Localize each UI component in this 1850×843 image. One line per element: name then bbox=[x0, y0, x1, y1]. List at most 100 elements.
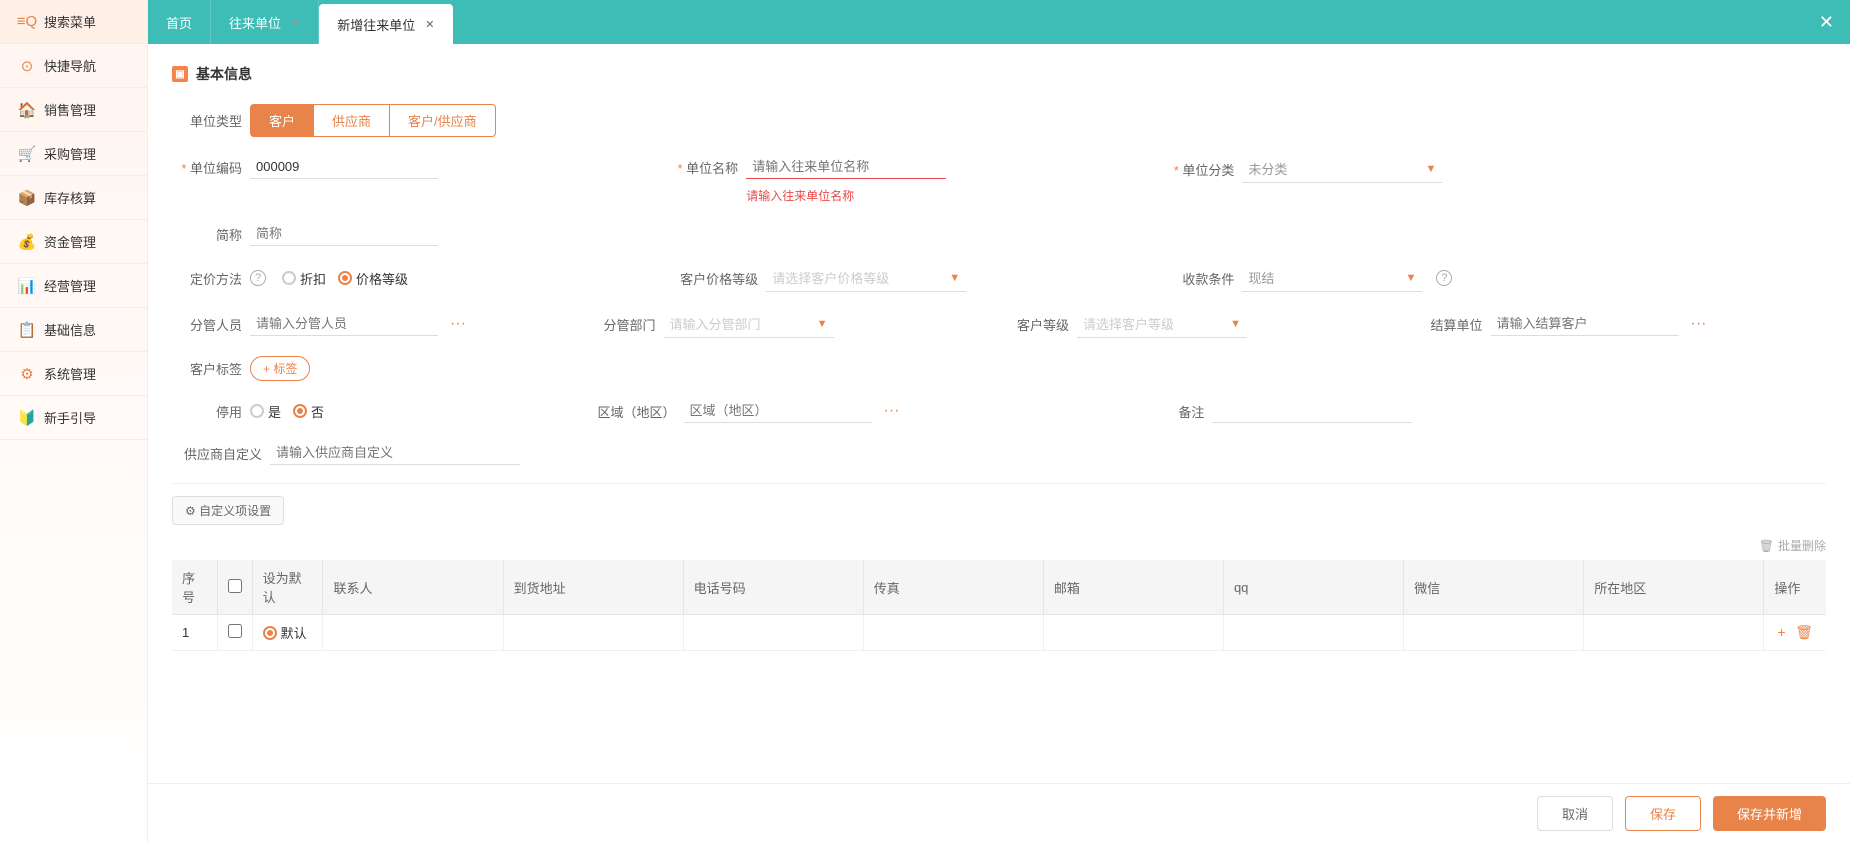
unit-code-input[interactable] bbox=[250, 155, 438, 179]
sidebar-item-quick-nav[interactable]: ⊙ 快捷导航 bbox=[0, 44, 147, 88]
sidebar-label-guide: 新手引导 bbox=[44, 408, 96, 427]
sidebar-item-system[interactable]: ⚙ 系统管理 bbox=[0, 352, 147, 396]
pricing-help-icon[interactable]: ? bbox=[250, 270, 266, 286]
tags-label: 客户标签 bbox=[172, 359, 242, 378]
save-button[interactable]: 保存 bbox=[1625, 796, 1701, 831]
section-header: ▣ 基本信息 bbox=[172, 64, 1826, 84]
unit-name-input[interactable] bbox=[746, 155, 946, 179]
sidebar-item-guide[interactable]: 🔰 新手引导 bbox=[0, 396, 147, 440]
unit-type-field: 单位类型 客户 供应商 客户/供应商 bbox=[172, 104, 1826, 137]
supplier-custom-input[interactable] bbox=[270, 441, 520, 465]
customer-price-level-label: 客户价格等级 bbox=[668, 269, 758, 288]
department-placeholder: 请输入分管部门 bbox=[670, 314, 761, 333]
sidebar-item-sales[interactable]: 🏠 销售管理 bbox=[0, 88, 147, 132]
sidebar-item-inventory[interactable]: 📦 库存核算 bbox=[0, 176, 147, 220]
payment-terms-value: 现结 bbox=[1248, 268, 1274, 287]
remarks-input[interactable] bbox=[1212, 399, 1412, 423]
region-input[interactable] bbox=[684, 399, 872, 423]
radio-price-level[interactable]: 价格等级 bbox=[338, 269, 408, 288]
col-qq: qq bbox=[1223, 560, 1403, 615]
unit-category-label: 单位分类 bbox=[1164, 160, 1234, 179]
region-field: 区域（地区） ··· bbox=[586, 399, 1165, 423]
unit-name-field: 单位名称 请输入往来单位名称 bbox=[668, 155, 1164, 204]
settlement-unit-input[interactable] bbox=[1491, 312, 1679, 336]
batch-delete-area: 🗑 批量删除 bbox=[172, 537, 1826, 554]
short-name-input[interactable] bbox=[250, 222, 438, 246]
trash-icon: 🗑 bbox=[1759, 539, 1774, 553]
sales-icon: 🏠 bbox=[18, 101, 36, 119]
unit-code-field: 单位编码 bbox=[172, 155, 668, 179]
sidebar-label-quick-nav: 快捷导航 bbox=[44, 56, 96, 75]
row-email-input[interactable] bbox=[1054, 625, 1213, 640]
sidebar-label-basic-info: 基础信息 bbox=[44, 320, 96, 339]
disabled-label: 停用 bbox=[172, 402, 242, 421]
row-area-input[interactable] bbox=[1594, 625, 1753, 640]
manager-input[interactable] bbox=[250, 312, 438, 336]
add-tag-button[interactable]: + 标签 bbox=[250, 356, 310, 381]
unit-btn-both[interactable]: 客户/供应商 bbox=[389, 104, 496, 137]
row-default-radio[interactable]: 默认 bbox=[263, 623, 313, 642]
tab-home[interactable]: 首页 bbox=[148, 0, 211, 44]
row-checkbox bbox=[217, 615, 252, 651]
row-contact bbox=[323, 615, 503, 651]
inventory-icon: 📦 bbox=[18, 189, 36, 207]
row-address-input[interactable] bbox=[514, 625, 673, 640]
row-wechat-input[interactable] bbox=[1414, 625, 1573, 640]
select-all-checkbox[interactable] bbox=[228, 579, 242, 593]
department-select[interactable]: 请输入分管部门 ▼ bbox=[664, 310, 834, 338]
settlement-unit-label: 结算单位 bbox=[1413, 315, 1483, 334]
region-more-btn[interactable]: ··· bbox=[880, 402, 904, 420]
tab-new-contact-close[interactable]: ✕ bbox=[425, 18, 434, 31]
radio-disabled-no[interactable]: 否 bbox=[293, 402, 324, 421]
search-icon: ≡Q bbox=[18, 13, 36, 31]
unit-category-field: 单位分类 未分类 ▼ bbox=[1164, 155, 1743, 183]
customer-price-level-select[interactable]: 请选择客户价格等级 ▼ bbox=[766, 264, 966, 292]
supplier-custom-label: 供应商自定义 bbox=[172, 444, 262, 463]
cancel-button[interactable]: 取消 bbox=[1537, 796, 1613, 831]
tab-new-contact[interactable]: 新增往来单位 ✕ bbox=[319, 4, 453, 44]
sidebar-item-purchase[interactable]: 🛒 采购管理 bbox=[0, 132, 147, 176]
row-add-btn[interactable]: + bbox=[1777, 624, 1785, 640]
pricing-method-field: 定价方法 ? 折扣 价格等级 bbox=[172, 269, 668, 288]
sidebar-item-search[interactable]: ≡Q 搜索菜单 bbox=[0, 0, 147, 44]
customer-level-select[interactable]: 请选择客户等级 ▼ bbox=[1077, 310, 1247, 338]
save-new-button[interactable]: 保存并新增 bbox=[1713, 796, 1826, 831]
payment-help-icon[interactable]: ? bbox=[1436, 270, 1452, 286]
unit-btn-supplier[interactable]: 供应商 bbox=[313, 104, 389, 137]
row-phone-input[interactable] bbox=[694, 625, 853, 640]
sidebar-label-search: 搜索菜单 bbox=[44, 12, 96, 31]
row-contact-input[interactable] bbox=[333, 625, 492, 640]
radio-disabled-yes[interactable]: 是 bbox=[250, 402, 281, 421]
col-checkbox bbox=[217, 560, 252, 615]
tab-contacts[interactable]: 往来单位 ✕ bbox=[211, 0, 319, 44]
col-seq: 序号 bbox=[172, 560, 217, 615]
row-action: + 🗑 bbox=[1764, 615, 1826, 651]
sidebar-item-finance[interactable]: 💰 资金管理 bbox=[0, 220, 147, 264]
radio-no-circle bbox=[293, 404, 307, 418]
custom-settings-button[interactable]: ⚙ 自定义项设置 bbox=[172, 496, 284, 525]
unit-name-error: 请输入往来单位名称 bbox=[746, 189, 854, 203]
disabled-radio-group: 是 否 bbox=[250, 402, 324, 421]
unit-btn-customer[interactable]: 客户 bbox=[250, 104, 313, 137]
sidebar-item-operations[interactable]: 📊 经营管理 bbox=[0, 264, 147, 308]
sidebar-item-basic-info[interactable]: 📋 基础信息 bbox=[0, 308, 147, 352]
sidebar-label-finance: 资金管理 bbox=[44, 232, 96, 251]
close-all-tabs[interactable]: ✕ bbox=[1803, 0, 1850, 44]
unit-category-arrow: ▼ bbox=[1425, 163, 1436, 175]
batch-delete-label[interactable]: 批量删除 bbox=[1778, 537, 1826, 554]
settlement-more-btn[interactable]: ··· bbox=[1687, 315, 1711, 333]
row-fax-input[interactable] bbox=[874, 625, 1033, 640]
radio-discount[interactable]: 折扣 bbox=[282, 269, 326, 288]
col-contact: 联系人 bbox=[323, 560, 503, 615]
tab-new-contact-label: 新增往来单位 bbox=[337, 15, 415, 34]
footer: 取消 保存 保存并新增 bbox=[148, 783, 1850, 843]
sidebar-label-sales: 销售管理 bbox=[44, 100, 96, 119]
payment-terms-select[interactable]: 现结 ▼ bbox=[1242, 264, 1422, 292]
manager-field: 分管人员 ··· bbox=[172, 312, 586, 336]
row-delete-btn[interactable]: 🗑 bbox=[1795, 624, 1813, 640]
row-qq-input[interactable] bbox=[1234, 625, 1393, 640]
row-select-checkbox[interactable] bbox=[228, 624, 242, 638]
manager-more-btn[interactable]: ··· bbox=[446, 315, 470, 333]
tab-contacts-close[interactable]: ✕ bbox=[291, 16, 300, 29]
unit-category-select[interactable]: 未分类 ▼ bbox=[1242, 155, 1442, 183]
